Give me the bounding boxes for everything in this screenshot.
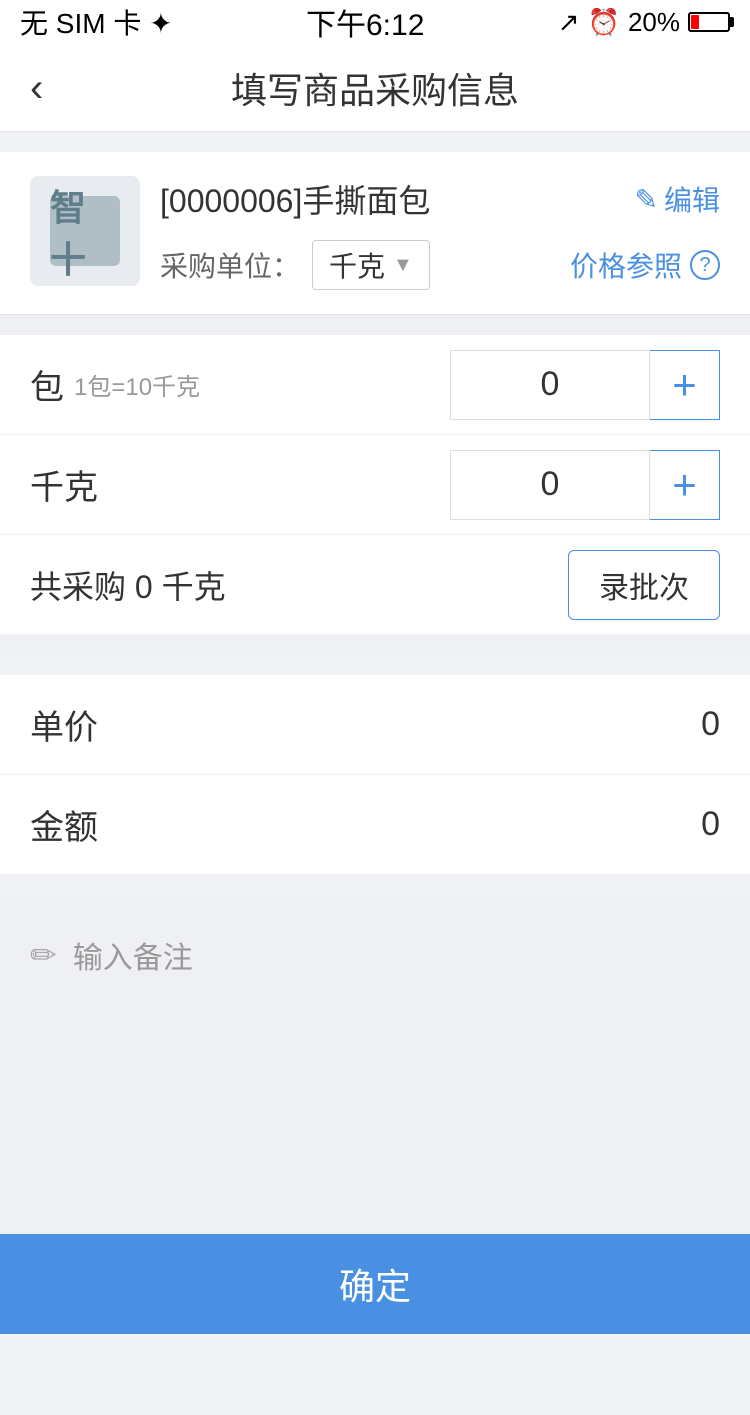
section-divider-1 — [0, 315, 750, 335]
unit-select[interactable]: 千克 ▼ — [312, 240, 430, 290]
amount-row: 金额 0 — [0, 775, 750, 875]
location-icon: ↗ — [558, 7, 580, 38]
bao-label: 包 — [30, 360, 64, 409]
status-bar: 无 SIM 卡 ✦ 下午6:12 ↗ ⏰ 20% — [0, 0, 750, 44]
edit-label: 编辑 — [664, 179, 720, 219]
product-name-row: [0000006]手撕面包 ✎ 编辑 — [160, 176, 720, 222]
edit-icon: ✎ — [635, 183, 658, 216]
product-unit-row: 采购单位： 千克 ▼ 价格参照 ? — [160, 240, 720, 290]
summary-text: 共采购 0 千克 — [30, 562, 226, 608]
unit-price-value: 0 — [701, 705, 720, 744]
input-section: 包 1包=10千克 + 千克 + 共采购 0 千克 录批次 — [0, 335, 750, 635]
bao-plus-button[interactable]: + — [650, 350, 720, 420]
product-thumbnail: 智十 — [30, 176, 140, 286]
price-ref-label: 价格参照 — [570, 245, 682, 285]
chevron-down-icon: ▼ — [393, 254, 413, 277]
battery-icon — [688, 12, 730, 32]
product-name: [0000006]手撕面包 — [160, 176, 430, 222]
note-placeholder: 输入备注 — [73, 933, 193, 977]
kg-quantity-input[interactable] — [450, 450, 650, 520]
price-ref-button[interactable]: 价格参照 ? — [570, 245, 720, 285]
batch-button[interactable]: 录批次 — [568, 550, 720, 620]
kg-input-right: + — [450, 450, 720, 520]
amount-value: 0 — [701, 805, 720, 844]
product-card: 智十 [0000006]手撕面包 ✎ 编辑 采购单位： 千克 ▼ — [0, 152, 750, 315]
bao-input-right: + — [450, 350, 720, 420]
nav-bar: ‹ 填写商品采购信息 — [0, 44, 750, 132]
bao-quantity-input[interactable] — [450, 350, 650, 420]
pencil-icon: ✏ — [30, 936, 57, 974]
edit-button[interactable]: ✎ 编辑 — [635, 179, 720, 219]
unit-label: 采购单位： — [160, 245, 300, 285]
unit-price-row: 单价 0 — [0, 675, 750, 775]
status-right: ↗ ⏰ 20% — [558, 7, 730, 38]
price-section: 单价 0 金额 0 — [0, 675, 750, 875]
sim-label: 无 SIM 卡 ✦ — [20, 2, 173, 42]
battery-label: 20% — [628, 7, 680, 38]
unit-price-label: 单价 — [30, 700, 98, 749]
kg-plus-button[interactable]: + — [650, 450, 720, 520]
bao-sublabel: 1包=10千克 — [74, 367, 200, 402]
kg-input-row: 千克 + — [0, 435, 750, 535]
confirm-button[interactable]: 确定 — [0, 1234, 750, 1334]
product-thumb-text: 智十 — [50, 196, 120, 266]
kg-label: 千克 — [30, 460, 98, 509]
summary-row: 共采购 0 千克 录批次 — [0, 535, 750, 635]
page-title: 填写商品采购信息 — [231, 62, 519, 114]
section-divider-2 — [0, 635, 750, 655]
bao-input-row: 包 1包=10千克 + — [0, 335, 750, 435]
alarm-icon: ⏰ — [588, 7, 620, 38]
status-time: 下午6:12 — [306, 0, 424, 44]
unit-value: 千克 — [329, 245, 385, 285]
note-section[interactable]: ✏ 输入备注 — [0, 895, 750, 1015]
amount-label: 金额 — [30, 800, 98, 849]
info-icon: ? — [690, 250, 720, 280]
product-info: [0000006]手撕面包 ✎ 编辑 采购单位： 千克 ▼ 价格参照 ? — [160, 176, 720, 290]
back-button[interactable]: ‹ — [30, 68, 43, 108]
status-left: 无 SIM 卡 ✦ — [20, 2, 173, 42]
